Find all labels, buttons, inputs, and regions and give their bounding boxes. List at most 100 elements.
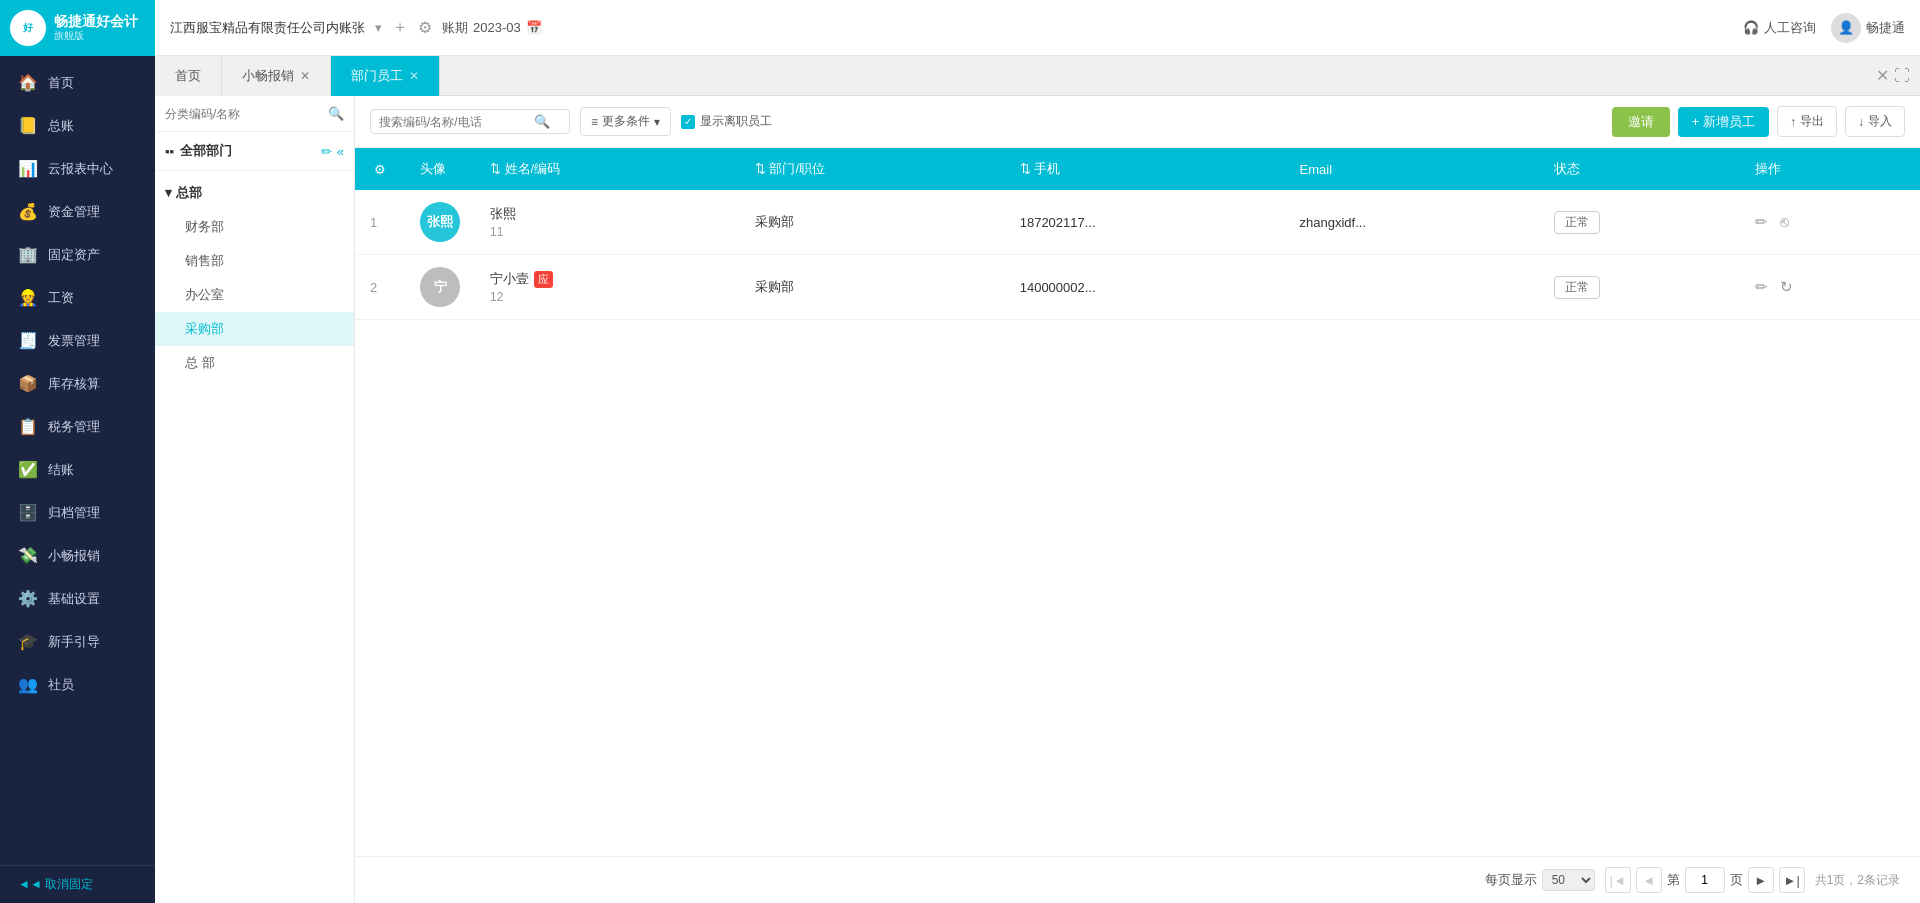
import-button[interactable]: ↓ 导入 [1845, 106, 1905, 137]
sidebar-item-settings[interactable]: ⚙️ 基础设置 [0, 577, 155, 620]
employee-code: 11 [490, 225, 725, 239]
sidebar-item-expense[interactable]: 💸 小畅报销 [0, 534, 155, 577]
status-badge: 正常 [1554, 276, 1600, 299]
tab-expand-action[interactable]: ⛶ [1894, 67, 1910, 85]
export-label: 导出 [1800, 113, 1824, 130]
dept-item-root[interactable]: ▾ 总部 [155, 176, 354, 210]
sidebar-item-inventory[interactable]: 📦 库存核算 [0, 362, 155, 405]
calendar-icon[interactable]: 📅 [526, 20, 542, 35]
filter-button[interactable]: ≡ 更多条件 ▾ [580, 107, 671, 136]
dept-item-office[interactable]: 办公室 [155, 278, 354, 312]
show-inactive-toggle[interactable]: ✓ 显示离职员工 [681, 113, 772, 130]
filter-label: 更多条件 [602, 113, 650, 130]
table-row: 2 宁 宁小壹 应 12 采购部 [355, 255, 1920, 320]
unpin-button[interactable]: ◄◄ 取消固定 [0, 865, 155, 903]
sidebar-item-close[interactable]: ✅ 结账 [0, 448, 155, 491]
ledger-icon: 📒 [18, 116, 38, 135]
col-dept[interactable]: ⇅ 部门/职位 [740, 148, 1005, 190]
sidebar-item-payroll[interactable]: 👷 工资 [0, 276, 155, 319]
top-bar-right: 🎧 人工咨询 👤 畅捷通 [1743, 13, 1905, 43]
sidebar-item-ledger[interactable]: 📒 总账 [0, 104, 155, 147]
pagination: 每页显示 50 20 100 |◄ ◄ 第 页 ► ►| 共1页，2条记 [355, 856, 1920, 903]
filter-icon: ≡ [591, 115, 598, 129]
collapse-dept-button[interactable]: « [337, 144, 344, 159]
sidebar-item-home[interactable]: 🏠 首页 [0, 61, 155, 104]
page-input[interactable] [1685, 867, 1725, 893]
tab-bar: 首页 小畅报销 ✕ 部门员工 ✕ ✕ ⛶ [155, 56, 1920, 96]
prev-page-button[interactable]: ◄ [1636, 867, 1662, 893]
row-name-cell: 宁小壹 应 12 [475, 255, 740, 320]
tab-department-close-icon[interactable]: ✕ [409, 69, 419, 83]
add-employee-button[interactable]: + 新增员工 [1678, 107, 1769, 137]
tab-close-action[interactable]: ✕ [1876, 66, 1889, 85]
toolbar: 🔍 ≡ 更多条件 ▾ ✓ 显示离职员工 邀请 + 新增员工 ↑ 导出 [355, 96, 1920, 148]
expense-icon: 💸 [18, 546, 38, 565]
row-dept: 采购部 [740, 255, 1005, 320]
all-dept-title: ▪▪ 全部部门 [165, 142, 232, 160]
row-phone: 187202117... [1005, 190, 1285, 255]
row-num: 2 [355, 255, 405, 320]
sidebar-item-reports[interactable]: 📊 云报表中心 [0, 147, 155, 190]
tab-home[interactable]: 首页 [155, 56, 222, 96]
settings-button[interactable]: ⚙ [418, 18, 432, 37]
support-button[interactable]: 🎧 人工咨询 [1743, 19, 1816, 37]
import-label: 导入 [1868, 113, 1892, 130]
logout-button[interactable]: ⎋ [1780, 213, 1789, 231]
show-inactive-label: 显示离职员工 [700, 113, 772, 130]
refresh-button[interactable]: ↻ [1780, 278, 1793, 296]
content-area: 🔍 ▪▪ 全部部门 ✏ « ▾ 总部 财务部 销售部 办公室 采购部 总 部 [155, 96, 1920, 903]
user-avatar: 👤 [1831, 13, 1861, 43]
search-icon[interactable]: 🔍 [534, 114, 550, 129]
first-page-button[interactable]: |◄ [1605, 867, 1631, 893]
dept-item-general[interactable]: 总 部 [155, 346, 354, 380]
next-page-button[interactable]: ► [1748, 867, 1774, 893]
company-dropdown-icon[interactable]: ▾ [375, 20, 382, 35]
edit-dept-button[interactable]: ✏ [321, 144, 332, 159]
page-suffix: 页 [1730, 871, 1743, 889]
sidebar-item-members[interactable]: 👥 社员 [0, 663, 155, 706]
row-phone: 140000002... [1005, 255, 1285, 320]
col-name[interactable]: ⇅ 姓名/编码 [475, 148, 740, 190]
tab-expense[interactable]: 小畅报销 ✕ [222, 56, 331, 96]
last-page-button[interactable]: ►| [1779, 867, 1805, 893]
col-email: Email [1285, 148, 1540, 190]
archive-icon: 🗄️ [18, 503, 38, 522]
sidebar-item-assets[interactable]: 🏢 固定资产 [0, 233, 155, 276]
user-name: 畅捷通 [1866, 19, 1905, 37]
col-phone[interactable]: ⇅ 手机 [1005, 148, 1285, 190]
assets-icon: 🏢 [18, 245, 38, 264]
tab-expense-label: 小畅报销 [242, 67, 294, 85]
add-tab-button[interactable]: ＋ [392, 17, 408, 38]
sidebar-item-guide[interactable]: 🎓 新手引导 [0, 620, 155, 663]
dept-search-input[interactable] [165, 107, 323, 121]
user-info[interactable]: 👤 畅捷通 [1831, 13, 1905, 43]
sidebar-item-invoice[interactable]: 🧾 发票管理 [0, 319, 155, 362]
invoice-icon: 🧾 [18, 331, 38, 350]
row-actions: ✏ ⎋ [1740, 190, 1920, 255]
dept-search-icon[interactable]: 🔍 [328, 106, 344, 121]
dept-item-purchase[interactable]: 采购部 [155, 312, 354, 346]
sidebar-item-archive[interactable]: 🗄️ 归档管理 [0, 491, 155, 534]
sidebar-item-label: 税务管理 [48, 418, 100, 436]
dept-item-sales[interactable]: 销售部 [155, 244, 354, 278]
employee-search-input[interactable] [379, 115, 529, 129]
tax-icon: 📋 [18, 417, 38, 436]
col-settings[interactable]: ⚙ [355, 148, 405, 190]
row-email [1285, 255, 1540, 320]
tab-department[interactable]: 部门员工 ✕ [331, 56, 440, 96]
tab-home-label: 首页 [175, 67, 201, 85]
dept-item-finance[interactable]: 财务部 [155, 210, 354, 244]
edit-button[interactable]: ✏ [1755, 278, 1768, 296]
employee-code: 12 [490, 290, 725, 304]
row-status: 正常 [1539, 190, 1740, 255]
sidebar-item-tax[interactable]: 📋 税务管理 [0, 405, 155, 448]
employee-name-group: 宁小壹 应 [490, 270, 725, 288]
export-button[interactable]: ↑ 导出 [1777, 106, 1837, 137]
show-inactive-checkbox[interactable]: ✓ [681, 115, 695, 129]
sidebar-item-label: 固定资产 [48, 246, 100, 264]
sidebar-item-finance[interactable]: 💰 资金管理 [0, 190, 155, 233]
per-page-dropdown[interactable]: 50 20 100 [1542, 869, 1595, 891]
tab-expense-close-icon[interactable]: ✕ [300, 69, 310, 83]
invite-button[interactable]: 邀请 [1612, 107, 1670, 137]
edit-button[interactable]: ✏ [1755, 213, 1768, 231]
